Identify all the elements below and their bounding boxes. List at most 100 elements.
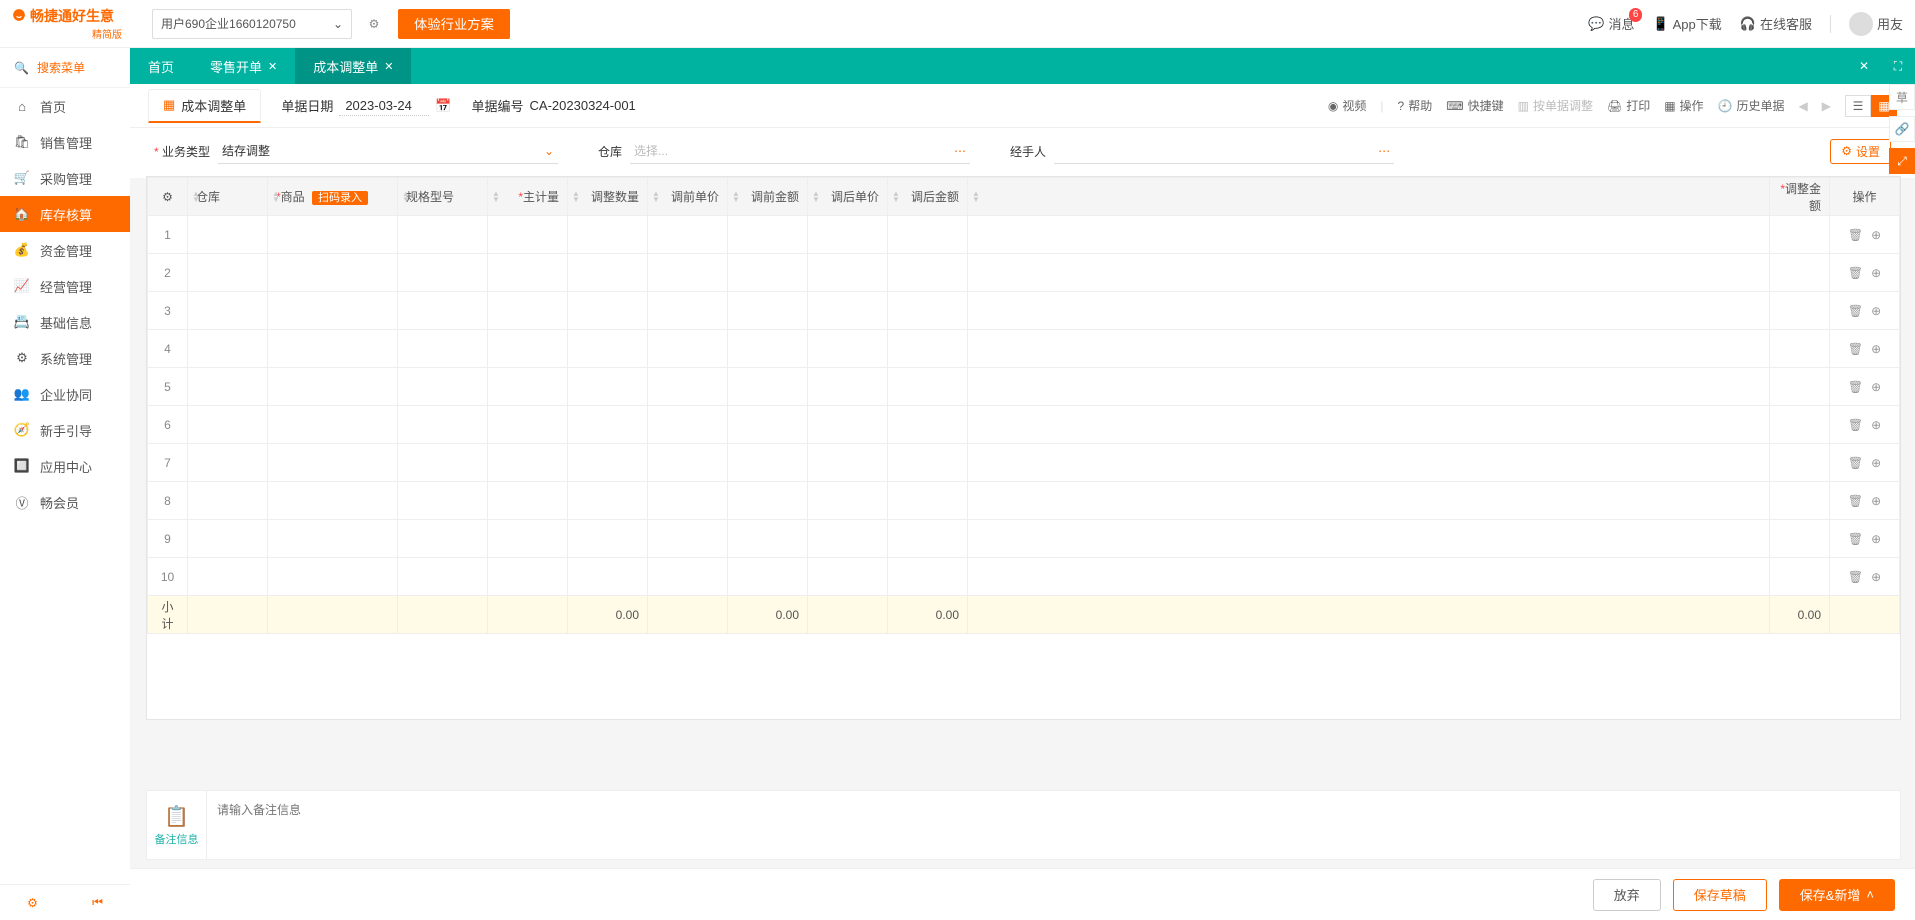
rail-draft-button[interactable]: 草	[1889, 84, 1915, 110]
cell[interactable]	[968, 444, 1770, 482]
table-row[interactable]: 8🗑⊕	[148, 482, 1900, 520]
next-record-button[interactable]: ▶	[1822, 99, 1831, 113]
sidebar-settings-button[interactable]: ⚙	[0, 885, 65, 920]
cell[interactable]	[568, 216, 648, 254]
cell[interactable]	[398, 482, 488, 520]
cell[interactable]	[648, 216, 728, 254]
cell[interactable]	[728, 520, 808, 558]
cell[interactable]	[968, 482, 1770, 520]
settings-button[interactable]: ⚙ 设置	[1830, 139, 1891, 164]
cell[interactable]	[188, 482, 268, 520]
cell[interactable]	[888, 406, 968, 444]
cell[interactable]	[398, 292, 488, 330]
cell[interactable]	[808, 444, 888, 482]
cell[interactable]	[268, 482, 398, 520]
table-row[interactable]: 2🗑⊕	[148, 254, 1900, 292]
delete-row-icon[interactable]: 🗑	[1848, 494, 1863, 508]
scan-tag[interactable]: 扫码录入	[312, 191, 368, 205]
add-row-icon[interactable]: ⊕	[1871, 570, 1881, 584]
cell[interactable]	[808, 330, 888, 368]
add-row-icon[interactable]: ⊕	[1871, 228, 1881, 242]
cell[interactable]	[728, 292, 808, 330]
tenant-settings-button[interactable]: ⚙	[362, 12, 386, 36]
add-row-icon[interactable]: ⊕	[1871, 380, 1881, 394]
cell[interactable]	[188, 520, 268, 558]
table-row[interactable]: 10🗑⊕	[148, 558, 1900, 596]
cell[interactable]	[398, 330, 488, 368]
cell[interactable]	[268, 330, 398, 368]
cell[interactable]	[398, 520, 488, 558]
delete-row-icon[interactable]: 🗑	[1848, 570, 1863, 584]
save-draft-button[interactable]: 保存草稿	[1673, 879, 1767, 911]
table-row[interactable]: 9🗑⊕	[148, 520, 1900, 558]
cell[interactable]	[888, 558, 968, 596]
sidebar-collapse-button[interactable]: ⏮	[65, 885, 130, 920]
cell[interactable]	[968, 292, 1770, 330]
cell[interactable]	[398, 406, 488, 444]
cell[interactable]	[1770, 292, 1830, 330]
sidebar-item-5[interactable]: 📈经营管理	[0, 268, 130, 304]
history-link[interactable]: 🕘 历史单据	[1718, 97, 1785, 114]
cell[interactable]	[488, 216, 568, 254]
cell[interactable]	[968, 368, 1770, 406]
cell[interactable]	[648, 482, 728, 520]
prev-record-button[interactable]: ◀	[1799, 99, 1808, 113]
cell[interactable]	[268, 292, 398, 330]
view-list-button[interactable]: ☰	[1845, 95, 1871, 117]
delete-row-icon[interactable]: 🗑	[1848, 228, 1863, 242]
tab-1[interactable]: 零售开单✕	[192, 48, 295, 84]
industry-plan-button[interactable]: 体验行业方案	[398, 9, 510, 39]
cell[interactable]	[728, 216, 808, 254]
cell[interactable]	[488, 406, 568, 444]
cell[interactable]	[488, 482, 568, 520]
col-blank[interactable]: ▲▼	[968, 178, 1770, 216]
sidebar-item-7[interactable]: ⚙系统管理	[0, 340, 130, 376]
cell[interactable]	[268, 520, 398, 558]
add-row-icon[interactable]: ⊕	[1871, 494, 1881, 508]
cell[interactable]	[648, 254, 728, 292]
cell[interactable]	[888, 368, 968, 406]
cell[interactable]	[888, 216, 968, 254]
cell[interactable]	[728, 330, 808, 368]
delete-row-icon[interactable]: 🗑	[1848, 418, 1863, 432]
cell[interactable]	[398, 254, 488, 292]
cell[interactable]	[808, 482, 888, 520]
sidebar-item-9[interactable]: 🧭新手引导	[0, 412, 130, 448]
cell[interactable]	[268, 254, 398, 292]
cell[interactable]	[648, 406, 728, 444]
cell[interactable]	[648, 444, 728, 482]
discard-button[interactable]: 放弃	[1593, 879, 1661, 911]
col-qty[interactable]: ▲▼调整数量	[568, 178, 648, 216]
cell[interactable]	[888, 254, 968, 292]
cell[interactable]	[728, 482, 808, 520]
rail-attachment-button[interactable]: 🔗	[1889, 116, 1915, 142]
delete-row-icon[interactable]: 🗑	[1848, 380, 1863, 394]
sidebar-item-11[interactable]: Ⓥ畅会员	[0, 484, 130, 520]
sidebar-item-0[interactable]: ⌂首页	[0, 88, 130, 124]
help-link[interactable]: ? 帮助	[1398, 97, 1433, 114]
cell[interactable]	[1770, 520, 1830, 558]
cell[interactable]	[188, 444, 268, 482]
tab-close-icon[interactable]: ✕	[384, 60, 393, 73]
cell[interactable]	[568, 558, 648, 596]
sidebar-item-10[interactable]: 🔲应用中心	[0, 448, 130, 484]
shortcut-link[interactable]: ⌨ 快捷键	[1446, 97, 1503, 114]
date-input[interactable]: 2023-03-24	[339, 96, 429, 116]
video-link[interactable]: ◉ 视频	[1328, 97, 1367, 114]
table-row[interactable]: 1🗑⊕	[148, 216, 1900, 254]
biz-type-select[interactable]: 结存调整 ⌄	[218, 138, 558, 164]
col-post-price[interactable]: ▲▼调后单价	[808, 178, 888, 216]
add-row-icon[interactable]: ⊕	[1871, 304, 1881, 318]
cell[interactable]	[888, 292, 968, 330]
col-config[interactable]: ⚙	[148, 178, 188, 216]
table-row[interactable]: 4🗑⊕	[148, 330, 1900, 368]
delete-row-icon[interactable]: 🗑	[1848, 456, 1863, 470]
bill-adjust-link[interactable]: ▥ 按单据调整	[1518, 97, 1593, 114]
cell[interactable]	[1770, 558, 1830, 596]
cell[interactable]	[648, 292, 728, 330]
delete-row-icon[interactable]: 🗑	[1848, 532, 1863, 546]
add-row-icon[interactable]: ⊕	[1871, 418, 1881, 432]
cell[interactable]	[968, 558, 1770, 596]
cell[interactable]	[268, 444, 398, 482]
add-row-icon[interactable]: ⊕	[1871, 342, 1881, 356]
